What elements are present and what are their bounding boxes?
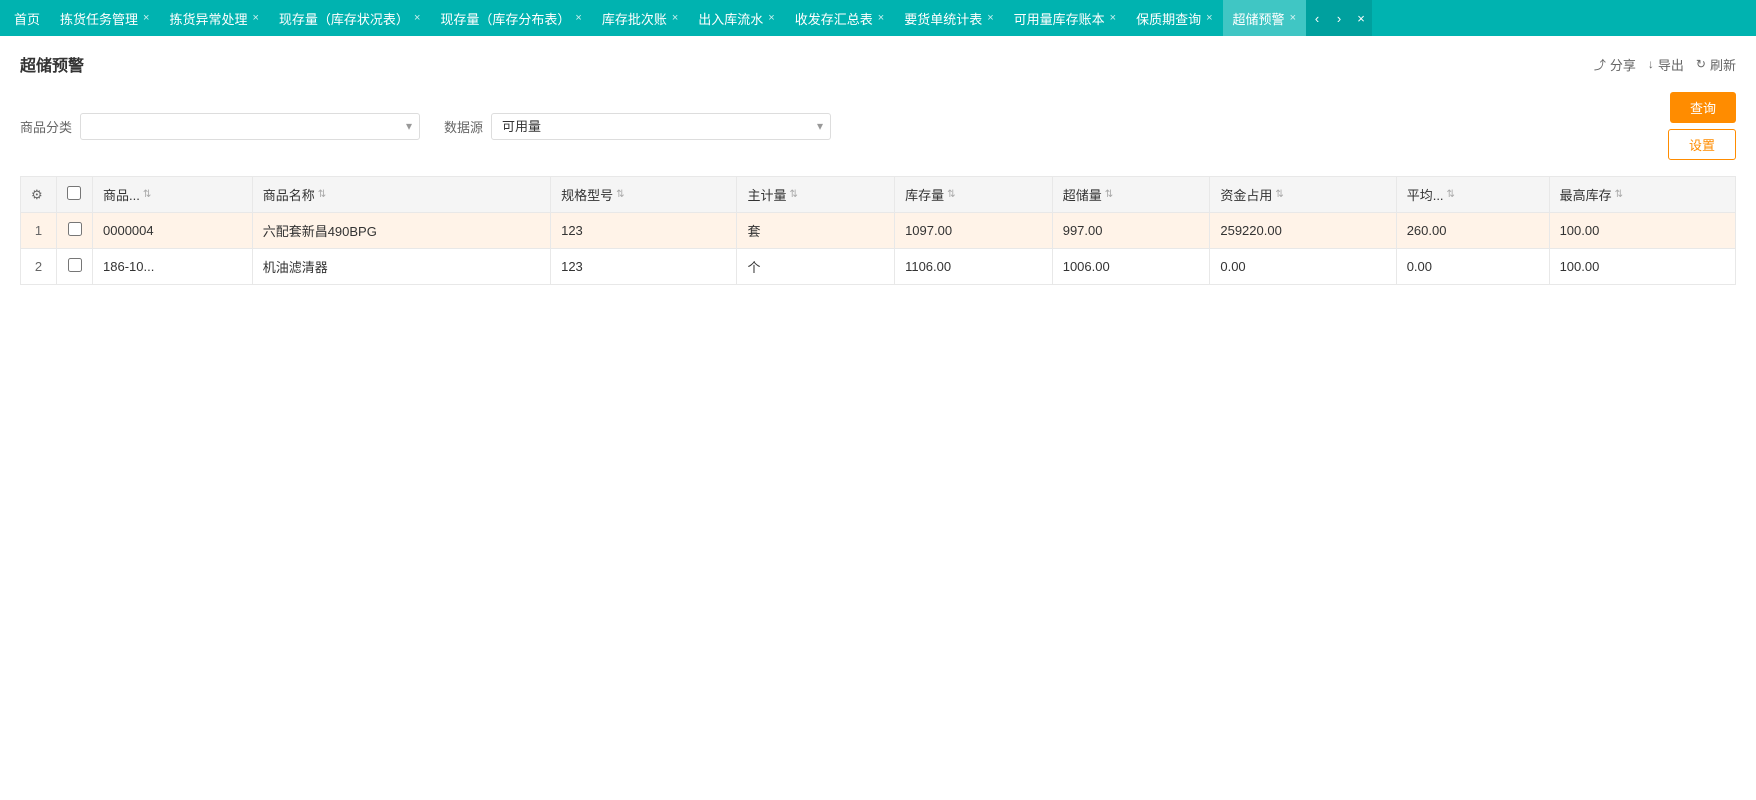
cell-capital-1: 259220.00	[1210, 213, 1396, 249]
close-icon[interactable]: ×	[878, 12, 884, 24]
cell-avg-2: 0.00	[1396, 249, 1549, 285]
cell-product-name-2: 机油滤清器	[252, 249, 550, 285]
sort-icon: ⇅	[143, 189, 151, 200]
close-icon[interactable]: ×	[768, 12, 774, 24]
sort-icon: ⇅	[318, 189, 326, 200]
close-icon[interactable]: ×	[1290, 12, 1296, 24]
cell-product-code-2: 186-10...	[93, 249, 253, 285]
settings-button[interactable]: 设置	[1668, 129, 1736, 160]
datasource-select-wrapper: 可用量	[491, 113, 831, 140]
nav-item-order-stats[interactable]: 要货单统计表 ×	[894, 0, 1003, 36]
table-row: 1 0000004 六配套新昌490BPG 123 套 1097.00 997.…	[21, 213, 1736, 249]
th-inventory: 库存量 ⇅	[895, 177, 1053, 213]
table-header-row: ⚙ 商品... ⇅ 商品名称 ⇅	[21, 177, 1736, 213]
th-avg: 平均... ⇅	[1396, 177, 1549, 213]
category-select-wrapper	[80, 113, 420, 140]
cell-inventory-1: 1097.00	[895, 213, 1053, 249]
cell-product-name-1: 六配套新昌490BPG	[252, 213, 550, 249]
nav-item-flow[interactable]: 出入库流水 ×	[688, 0, 784, 36]
refresh-button[interactable]: ↻ 刷新	[1696, 55, 1736, 74]
cell-capital-2: 0.00	[1210, 249, 1396, 285]
row-checkbox-1	[57, 213, 93, 249]
row-checkbox-2	[57, 249, 93, 285]
table-row: 2 186-10... 机油滤清器 123 个 1106.00 1006.00 …	[21, 249, 1736, 285]
cell-overstock-2: 1006.00	[1052, 249, 1210, 285]
cell-maxstock-2: 100.00	[1549, 249, 1735, 285]
th-spec: 规格型号 ⇅	[551, 177, 737, 213]
header-actions: ⤴ 分享 ↓ 导出 ↻ 刷新	[1594, 55, 1736, 74]
sort-icon: ⇅	[616, 189, 624, 200]
share-icon: ⤴	[1594, 56, 1606, 73]
nav-item-inventory-status[interactable]: 现存量（库存状况表） ×	[269, 0, 430, 36]
gear-column-header: ⚙	[21, 177, 57, 213]
close-icon[interactable]: ×	[143, 12, 149, 24]
query-button[interactable]: 查询	[1670, 92, 1736, 123]
nav-item-expiry[interactable]: 保质期查询 ×	[1126, 0, 1222, 36]
sort-icon: ⇅	[947, 189, 955, 200]
cell-spec-1: 123	[551, 213, 737, 249]
share-button[interactable]: ⤴ 分享	[1594, 55, 1636, 74]
nav-item-batch[interactable]: 库存批次账 ×	[592, 0, 688, 36]
page-content: 超储预警 ⤴ 分享 ↓ 导出 ↻ 刷新 商品分类	[0, 36, 1756, 800]
data-table: ⚙ 商品... ⇅ 商品名称 ⇅	[20, 176, 1736, 285]
cell-unit-2: 个	[737, 249, 895, 285]
th-overstock: 超储量 ⇅	[1052, 177, 1210, 213]
close-icon[interactable]: ×	[672, 12, 678, 24]
cell-spec-2: 123	[551, 249, 737, 285]
category-select[interactable]	[80, 113, 420, 140]
page-title: 超储预警	[20, 52, 84, 76]
nav-item-task[interactable]: 拣货任务管理 ×	[50, 0, 159, 36]
gear-icon[interactable]: ⚙	[31, 187, 43, 202]
datasource-filter: 数据源 可用量	[444, 113, 831, 140]
page-header: 超储预警 ⤴ 分享 ↓ 导出 ↻ 刷新	[20, 52, 1736, 76]
row-select-checkbox-2[interactable]	[68, 258, 82, 272]
top-nav: 首页 拣货任务管理 × 拣货异常处理 × 现存量（库存状况表） × 现存量（库存…	[0, 0, 1756, 36]
export-icon: ↓	[1648, 57, 1654, 71]
th-product-name: 商品名称 ⇅	[252, 177, 550, 213]
datasource-label: 数据源	[444, 117, 483, 136]
th-capital: 资金占用 ⇅	[1210, 177, 1396, 213]
close-icon[interactable]: ×	[1206, 12, 1212, 24]
datasource-select[interactable]: 可用量	[491, 113, 831, 140]
th-unit: 主计量 ⇅	[737, 177, 895, 213]
nav-item-home[interactable]: 首页	[4, 0, 50, 36]
sort-icon: ⇅	[789, 189, 797, 200]
filter-row: 商品分类 数据源 可用量 查询 设置	[20, 92, 1736, 160]
row-num-2: 2	[21, 249, 57, 285]
th-product-code: 商品... ⇅	[93, 177, 253, 213]
sort-icon: ⇅	[1275, 189, 1283, 200]
select-all-checkbox[interactable]	[67, 186, 81, 200]
refresh-icon: ↻	[1696, 57, 1706, 71]
close-icon[interactable]: ×	[1110, 12, 1116, 24]
cell-unit-1: 套	[737, 213, 895, 249]
export-button[interactable]: ↓ 导出	[1648, 55, 1684, 74]
sort-icon: ⇅	[1615, 189, 1623, 200]
cell-overstock-1: 997.00	[1052, 213, 1210, 249]
close-icon[interactable]: ×	[987, 12, 993, 24]
nav-arrow-left[interactable]: ‹	[1306, 0, 1328, 36]
nav-item-available[interactable]: 可用量库存账本 ×	[1004, 0, 1126, 36]
th-max-stock: 最高库存 ⇅	[1549, 177, 1735, 213]
nav-item-inventory-dist[interactable]: 现存量（库存分布表） ×	[430, 0, 591, 36]
checkbox-column-header	[57, 177, 93, 213]
row-select-checkbox-1[interactable]	[68, 222, 82, 236]
cell-maxstock-1: 100.00	[1549, 213, 1735, 249]
close-icon[interactable]: ×	[252, 12, 258, 24]
cell-avg-1: 260.00	[1396, 213, 1549, 249]
category-filter: 商品分类	[20, 113, 420, 140]
cell-product-code-1: 0000004	[93, 213, 253, 249]
nav-arrow-right[interactable]: ›	[1328, 0, 1350, 36]
sort-icon: ⇅	[1105, 189, 1113, 200]
close-icon[interactable]: ×	[575, 12, 581, 24]
nav-item-overstock[interactable]: 超储预警 ×	[1223, 0, 1306, 36]
category-label: 商品分类	[20, 117, 72, 136]
close-icon[interactable]: ×	[414, 12, 420, 24]
nav-arrow-close[interactable]: ×	[1350, 0, 1372, 36]
nav-item-abnormal[interactable]: 拣货异常处理 ×	[159, 0, 268, 36]
cell-inventory-2: 1106.00	[895, 249, 1053, 285]
sort-icon: ⇅	[1447, 189, 1455, 200]
nav-item-summary[interactable]: 收发存汇总表 ×	[785, 0, 894, 36]
row-num-1: 1	[21, 213, 57, 249]
